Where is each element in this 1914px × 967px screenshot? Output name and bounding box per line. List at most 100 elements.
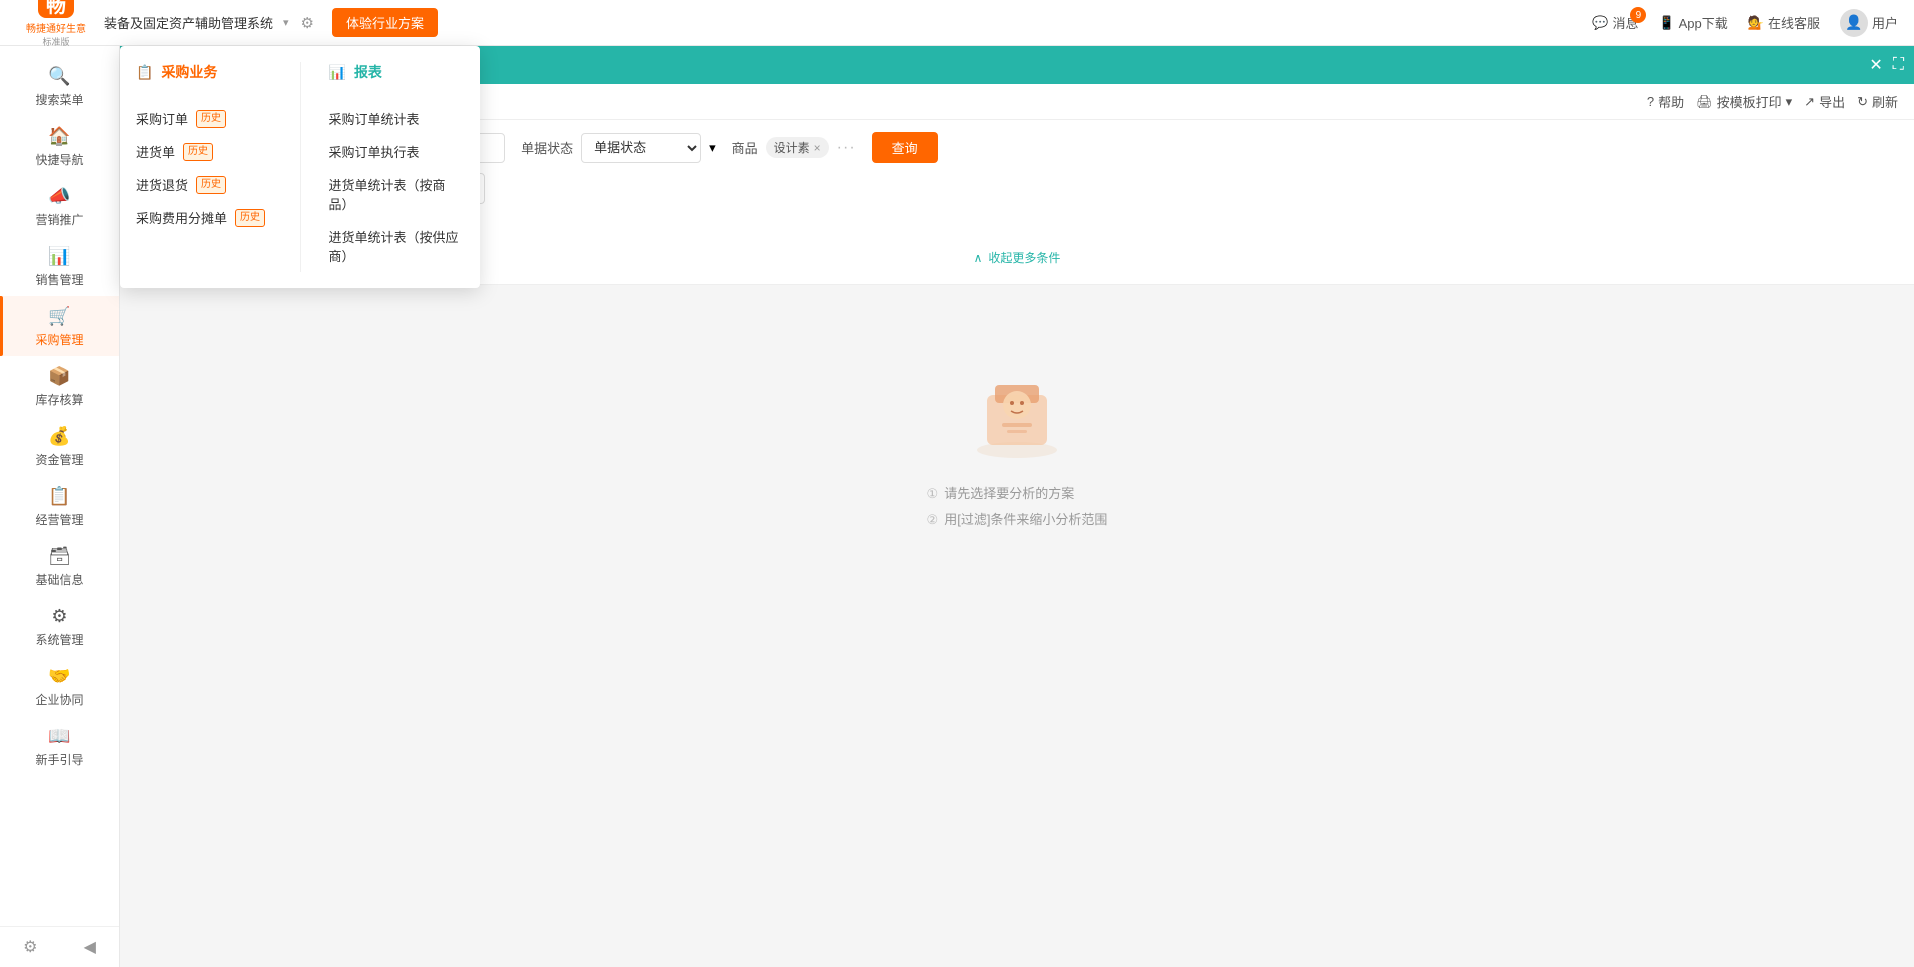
sidebar-item-inventory[interactable]: 📦 库存核算	[0, 356, 119, 416]
dropdown-item-purchase-order-stats[interactable]: 采购订单统计表	[329, 102, 465, 135]
print-dropdown-icon: ▾	[1786, 94, 1793, 110]
voucher-status-group: 单据状态 单据状态 ▾	[521, 133, 716, 163]
export-btn[interactable]: ↗ 导出	[1804, 92, 1845, 111]
goods-dots[interactable]: ···	[837, 139, 856, 157]
query-button[interactable]: 查询	[872, 132, 938, 163]
sidebar-label-sales: 销售管理	[35, 271, 83, 288]
print-icon: 🖨	[1696, 94, 1713, 110]
dropdown-col-report: 📊 报表 采购订单统计表 采购订单执行表 进货单统计表（按商品） 进货单统计表（…	[329, 62, 465, 272]
export-icon: ↗	[1804, 94, 1815, 110]
goods-tag-text: 设计素	[774, 139, 810, 156]
sidebar-item-sales[interactable]: 📊 销售管理	[0, 236, 119, 296]
return-label: 进货退货	[136, 175, 188, 194]
system-title-dropdown[interactable]: ▾	[283, 16, 289, 29]
app-download-btn[interactable]: 📱 App下载	[1658, 13, 1727, 32]
empty-hint-2: 用[过滤]条件来缩小分析范围	[927, 507, 1108, 533]
empty-illustration	[957, 365, 1077, 465]
logo-icon: 畅	[38, 0, 74, 18]
app-download-label: App下载	[1679, 13, 1728, 32]
online-service-btn[interactable]: 💁 在线客服	[1748, 13, 1820, 32]
help-label: 帮助	[1658, 92, 1684, 111]
dropdown-item-purchase-order-exec[interactable]: 采购订单执行表	[329, 135, 465, 168]
sidebar-label-enterprise: 企业协同	[35, 691, 83, 708]
incoming-stats-goods-label: 进货单统计表（按商品）	[329, 175, 465, 213]
sidebar-item-quick-nav[interactable]: 🏠 快捷导航	[0, 116, 119, 176]
top-bar-left: 畅 畅捷通好生意 标准版 装备及固定资产辅助管理系统 ▾ ⚙ 体验行业方案	[16, 0, 438, 52]
top-bar-right: 💬 消息 9 📱 App下载 💁 在线客服 👤 用户	[1592, 9, 1898, 37]
sidebar-label-marketing: 营销推广	[35, 211, 83, 228]
sidebar-item-marketing[interactable]: 📣 营销推广	[0, 176, 119, 236]
sidebar-item-search[interactable]: 🔍 搜索菜单	[0, 56, 119, 116]
sidebar-item-newbie[interactable]: 📖 新手引导	[0, 716, 119, 776]
logo: 畅 畅捷通好生意 标准版	[16, 0, 96, 44]
sidebar-label-basic-info: 基础信息	[35, 571, 83, 588]
online-service-label: 在线客服	[1768, 13, 1820, 32]
tab-bar-end: ✕ ⛶	[1869, 55, 1914, 75]
operations-icon: 📋	[48, 486, 70, 507]
sidebar-label-quick-nav: 快捷导航	[35, 151, 83, 168]
help-btn[interactable]: ? 帮助	[1647, 92, 1684, 111]
tab-fullscreen-btn[interactable]: ⛶	[1893, 56, 1904, 74]
dropdown-item-return[interactable]: 进货退货 历史	[136, 168, 272, 201]
sidebar-item-system[interactable]: ⚙ 系统管理	[0, 596, 119, 656]
report-col-title: 报表	[354, 62, 382, 82]
message-count-badge: 9	[1630, 7, 1646, 23]
empty-text: 请先选择要分析的方案 用[过滤]条件来缩小分析范围	[927, 481, 1108, 533]
user-btn[interactable]: 👤 用户	[1840, 9, 1898, 37]
tab-close-window-btn[interactable]: ✕	[1869, 55, 1882, 75]
top-bar: 畅 畅捷通好生意 标准版 装备及固定资产辅助管理系统 ▾ ⚙ 体验行业方案 💬 …	[0, 0, 1914, 46]
sidebar-label-search: 搜索菜单	[35, 91, 83, 108]
finance-icon: 💰	[48, 426, 70, 447]
home-icon: 🏠	[48, 126, 70, 147]
sidebar-item-operations[interactable]: 📋 经营管理	[0, 476, 119, 536]
dropdown-item-incoming-stats-goods[interactable]: 进货单统计表（按商品）	[329, 168, 465, 220]
sidebar-item-finance[interactable]: 💰 资金管理	[0, 416, 119, 476]
goods-tag-close[interactable]: ×	[814, 141, 821, 155]
inventory-icon: 📦	[48, 366, 70, 387]
dropdown-divider	[300, 62, 301, 272]
newbie-icon: 📖	[48, 726, 70, 747]
sidebar-collapse-btn[interactable]: ◀	[84, 937, 96, 957]
sidebar-settings-btn[interactable]: ⚙	[23, 937, 37, 957]
sidebar-item-purchase[interactable]: 🛒 采购管理	[0, 296, 119, 356]
message-badge-wrap: 消息 9	[1612, 13, 1638, 32]
marketing-icon: 📣	[48, 186, 70, 207]
sidebar-item-basic-info[interactable]: 🗃 基础信息	[0, 536, 119, 596]
refresh-icon: ↻	[1857, 94, 1868, 110]
dropdown-col-report-header: 📊 报表	[329, 62, 465, 90]
sidebar-label-newbie: 新手引导	[35, 751, 83, 768]
refresh-label: 刷新	[1872, 92, 1898, 111]
purchase-order-exec-label: 采购订单执行表	[329, 142, 420, 161]
system-title: 装备及固定资产辅助管理系统	[104, 13, 273, 32]
basic-info-icon: 🗃	[48, 546, 71, 567]
purchase-order-history-tag: 历史	[196, 110, 226, 128]
sidebar-item-enterprise[interactable]: 🤝 企业协同	[0, 656, 119, 716]
goods-label: 商品	[732, 138, 758, 157]
voucher-status-select[interactable]: 单据状态	[581, 133, 701, 163]
dropdown-item-purchase-order[interactable]: 采购订单 历史	[136, 102, 272, 135]
settings-icon[interactable]: ⚙	[301, 14, 314, 32]
dropdown-item-incoming[interactable]: 进货单 历史	[136, 135, 272, 168]
avatar: 👤	[1840, 9, 1868, 37]
sidebar-label-system: 系统管理	[35, 631, 83, 648]
sidebar-label-purchase: 采购管理	[35, 331, 83, 348]
cost-alloc-history-tag: 历史	[235, 209, 265, 227]
refresh-btn[interactable]: ↻ 刷新	[1857, 92, 1898, 111]
dropdown-menu: 📋 采购业务 采购订单 历史 进货单 历史 进货退货 历史	[120, 46, 480, 288]
industry-btn[interactable]: 体验行业方案	[332, 8, 438, 37]
system-icon: ⚙	[51, 606, 67, 627]
collapse-icon: ∧	[974, 251, 983, 265]
phone-icon: 📱	[1658, 15, 1674, 31]
search-icon: 🔍	[48, 66, 70, 87]
service-icon: 💁	[1748, 15, 1764, 31]
dropdown-item-incoming-stats-supplier[interactable]: 进货单统计表（按供应商）	[329, 220, 465, 272]
message-btn[interactable]: 💬 消息 9	[1592, 13, 1638, 32]
sidebar-label-finance: 资金管理	[35, 451, 83, 468]
help-icon: ?	[1647, 94, 1654, 109]
incoming-label: 进货单	[136, 142, 175, 161]
cost-alloc-label: 采购费用分摊单	[136, 208, 227, 227]
sidebar-label-inventory: 库存核算	[35, 391, 83, 408]
sidebar-bottom: ⚙ ◀	[0, 926, 119, 967]
dropdown-item-cost-alloc[interactable]: 采购费用分摊单 历史	[136, 201, 272, 234]
print-btn[interactable]: 🖨 按模板打印 ▾	[1696, 92, 1792, 111]
